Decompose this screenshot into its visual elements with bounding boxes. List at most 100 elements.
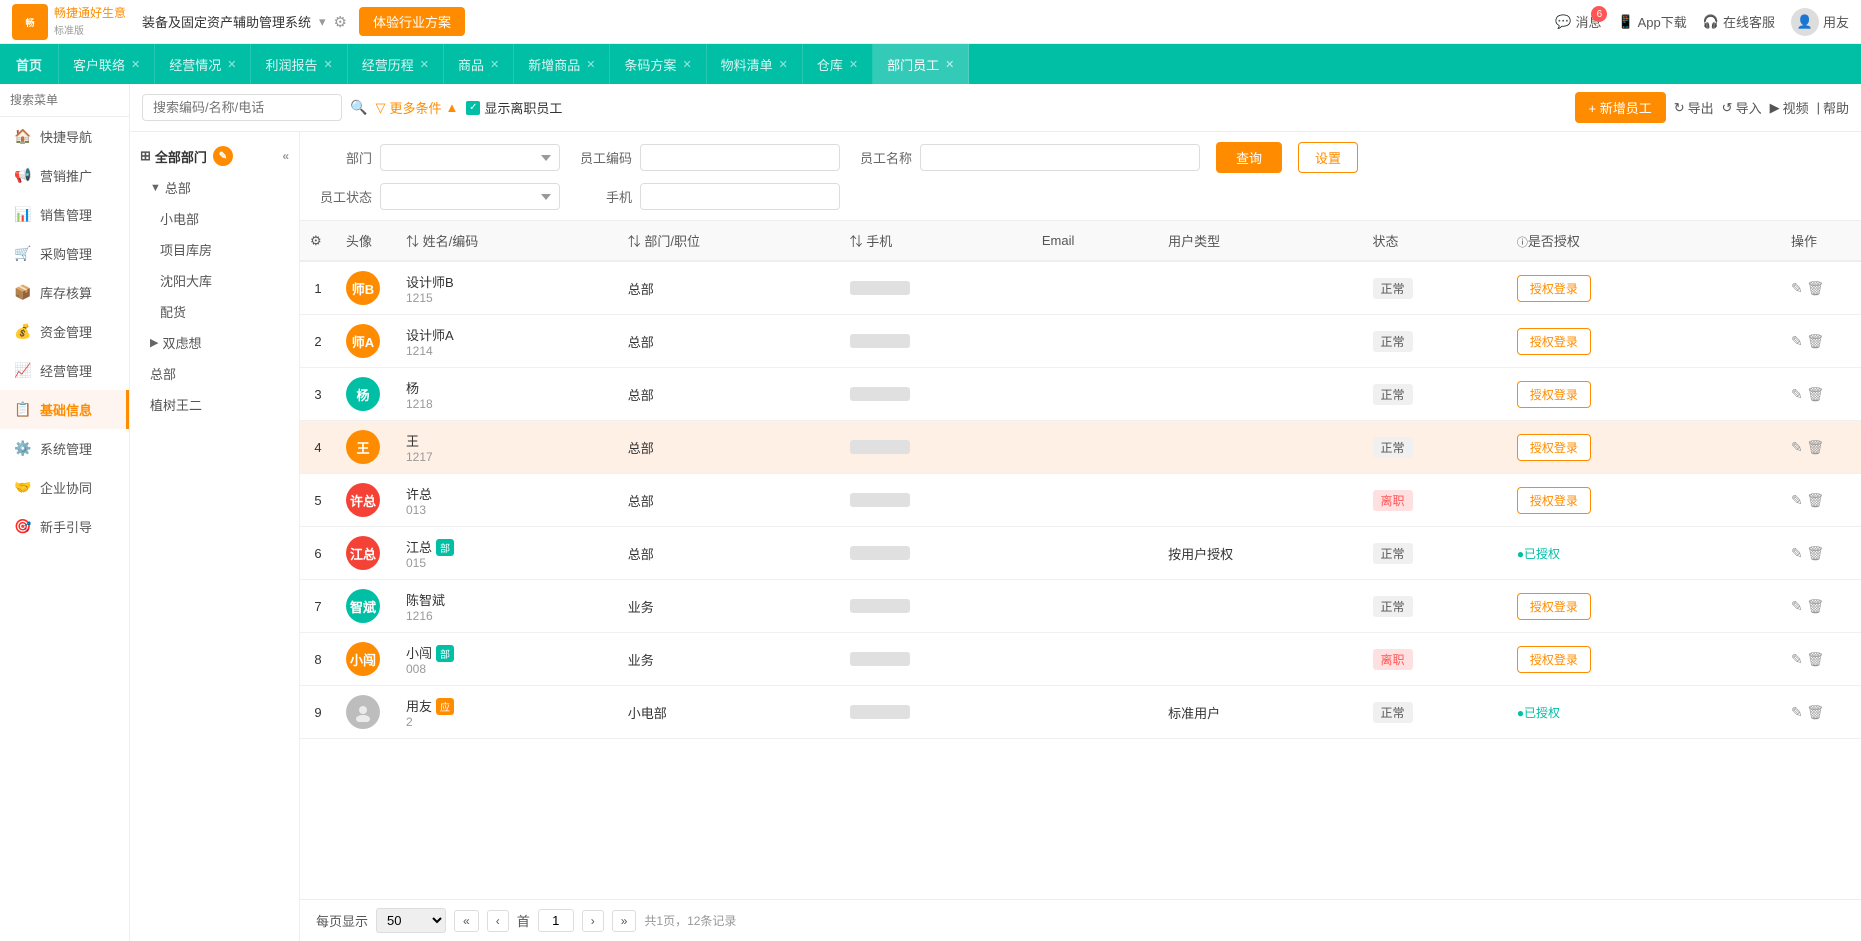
edit-button[interactable]: ✎ [1791, 439, 1803, 456]
dept-item-shenyang[interactable]: 沈阳大库 [130, 265, 299, 296]
sidebar-item-purchase[interactable]: 🛒 采购管理 [0, 234, 129, 273]
trial-button[interactable]: 体验行业方案 [359, 7, 465, 36]
app-download-btn[interactable]: 📱 App下载 [1617, 12, 1686, 31]
search-button[interactable]: 🔍 [350, 99, 367, 116]
close-icon[interactable]: ✕ [849, 58, 858, 71]
th-name[interactable]: ⇅ 姓名/编码 [396, 221, 618, 261]
dept-item-distribution[interactable]: 配货 [130, 296, 299, 327]
phone-filter-input[interactable] [640, 183, 840, 210]
dept-item-hq2[interactable]: 总部 [130, 358, 299, 389]
edit-button[interactable]: ✎ [1791, 280, 1803, 297]
tab-add-goods[interactable]: 新增商品 ✕ [514, 44, 610, 84]
tab-operation[interactable]: 经营情况 ✕ [155, 44, 251, 84]
collapse-icon[interactable]: « [282, 149, 289, 163]
delete-button[interactable]: 🗑 [1806, 492, 1824, 509]
per-page-select[interactable]: 50 20 100 [376, 908, 446, 933]
close-icon[interactable]: ✕ [490, 58, 499, 71]
dept-filter-select[interactable] [380, 144, 560, 171]
auth-login-button[interactable]: 授权登录 [1517, 593, 1591, 620]
auth-login-button[interactable]: 授权登录 [1517, 487, 1591, 514]
delete-button[interactable]: 🗑 [1806, 280, 1824, 297]
close-icon[interactable]: ✕ [682, 58, 691, 71]
edit-button[interactable]: ✎ [1791, 598, 1803, 615]
th-settings[interactable]: ⚙ [300, 221, 336, 261]
search-input[interactable] [10, 93, 130, 107]
delete-button[interactable]: 🗑 [1806, 333, 1824, 350]
help-button[interactable]: | 帮助 [1817, 98, 1849, 117]
user-menu[interactable]: 👤 用友 [1791, 8, 1849, 36]
th-phone[interactable]: ⇅ 手机 [840, 221, 1032, 261]
video-button[interactable]: ▶ 视频 [1770, 98, 1809, 117]
close-icon[interactable]: ✕ [227, 58, 236, 71]
close-icon[interactable]: ✕ [324, 58, 333, 71]
tab-barcode[interactable]: 条码方案 ✕ [610, 44, 706, 84]
tab-goods[interactable]: 商品 ✕ [444, 44, 514, 84]
prev-page-button[interactable]: ‹ [487, 910, 509, 932]
tab-customer[interactable]: 客户联络 ✕ [59, 44, 155, 84]
delete-button[interactable]: 🗑 [1806, 386, 1824, 403]
emp-code-filter-input[interactable] [640, 144, 840, 171]
close-icon[interactable]: ✕ [586, 58, 595, 71]
close-icon[interactable]: ✕ [779, 58, 788, 71]
sidebar-item-sales[interactable]: 📊 销售管理 [0, 195, 129, 234]
tab-profit[interactable]: 利润报告 ✕ [251, 44, 347, 84]
delete-button[interactable]: 🗑 [1806, 704, 1824, 721]
dept-item-warehouse[interactable]: 项目库房 [130, 234, 299, 265]
sidebar-item-inventory[interactable]: 📦 库存核算 [0, 273, 129, 312]
edit-button[interactable]: ✎ [1791, 386, 1803, 403]
edit-button[interactable]: ✎ [1791, 651, 1803, 668]
add-employee-button[interactable]: + 新增员工 [1575, 92, 1666, 123]
sidebar-item-finance[interactable]: 💰 资金管理 [0, 312, 129, 351]
tab-history[interactable]: 经营历程 ✕ [348, 44, 444, 84]
more-filter-button[interactable]: ▽ 更多条件 ▲ [375, 98, 458, 117]
auth-login-button[interactable]: 授权登录 [1517, 381, 1591, 408]
edit-button[interactable]: ✎ [1791, 333, 1803, 350]
query-button[interactable]: 查询 [1216, 142, 1282, 173]
delete-button[interactable]: 🗑 [1806, 651, 1824, 668]
close-icon[interactable]: ✕ [420, 58, 429, 71]
next-page-button[interactable]: › [582, 910, 604, 932]
edit-button[interactable]: ✎ [1791, 704, 1803, 721]
first-page-button[interactable]: « [454, 910, 479, 932]
notifications-btn[interactable]: 💬 消息 6 [1555, 12, 1601, 31]
tab-bom[interactable]: 物料清单 ✕ [707, 44, 803, 84]
set-button[interactable]: 设置 [1298, 142, 1358, 173]
online-service-btn[interactable]: 🎧 在线客服 [1703, 12, 1775, 31]
search-input[interactable] [142, 94, 342, 121]
dept-item-plant[interactable]: 植树王二 [130, 389, 299, 420]
close-icon[interactable]: ✕ [945, 58, 954, 71]
auth-login-button[interactable]: 授权登录 [1517, 434, 1591, 461]
auth-login-button[interactable]: 授权登录 [1517, 646, 1591, 673]
delete-button[interactable]: 🗑 [1806, 598, 1824, 615]
sidebar-item-nav[interactable]: 🏠 快捷导航 [0, 117, 129, 156]
emp-name-filter-input[interactable] [920, 144, 1200, 171]
tab-warehouse[interactable]: 仓库 ✕ [803, 44, 873, 84]
sidebar-item-operation[interactable]: 📈 经营管理 [0, 351, 129, 390]
dept-item-electronics[interactable]: 小电部 [130, 203, 299, 234]
edit-button[interactable]: ✎ [1791, 492, 1803, 509]
last-page-button[interactable]: » [612, 910, 637, 932]
dropdown-arrow-icon[interactable]: ▾ [319, 14, 326, 30]
dept-item-dual[interactable]: ▶ 双虑想 [130, 327, 299, 358]
th-dept[interactable]: ⇅ 部门/职位 [618, 221, 840, 261]
emp-status-filter-select[interactable] [380, 183, 560, 210]
sidebar-item-guide[interactable]: 🎯 新手引导 [0, 507, 129, 546]
edit-dept-icon[interactable]: ✎ [213, 146, 233, 166]
tab-department[interactable]: 部门员工 ✕ [873, 44, 969, 84]
sidebar-item-marketing[interactable]: 📢 营销推广 [0, 156, 129, 195]
auth-login-button[interactable]: 授权登录 [1517, 328, 1591, 355]
dept-tree-header[interactable]: ⊞ 全部部门 ✎ « [130, 140, 299, 172]
delete-button[interactable]: 🗑 [1806, 545, 1824, 562]
show-resigned-checkbox[interactable]: ✓ 显示离职员工 [466, 98, 562, 117]
export-button[interactable]: ↻ 导出 [1674, 98, 1714, 117]
page-number-input[interactable] [538, 909, 574, 932]
settings-icon[interactable]: ⚙ [334, 13, 347, 31]
tab-home[interactable]: 首页 [0, 44, 59, 84]
delete-button[interactable]: 🗑 [1806, 439, 1824, 456]
sidebar-item-system[interactable]: ⚙️ 系统管理 [0, 429, 129, 468]
dept-item-headquarters[interactable]: ▼ 总部 [130, 172, 299, 203]
sidebar-item-basic[interactable]: 📋 基础信息 [0, 390, 129, 429]
edit-button[interactable]: ✎ [1791, 545, 1803, 562]
close-icon[interactable]: ✕ [131, 58, 140, 71]
import-button[interactable]: ↺ 导入 [1722, 98, 1762, 117]
